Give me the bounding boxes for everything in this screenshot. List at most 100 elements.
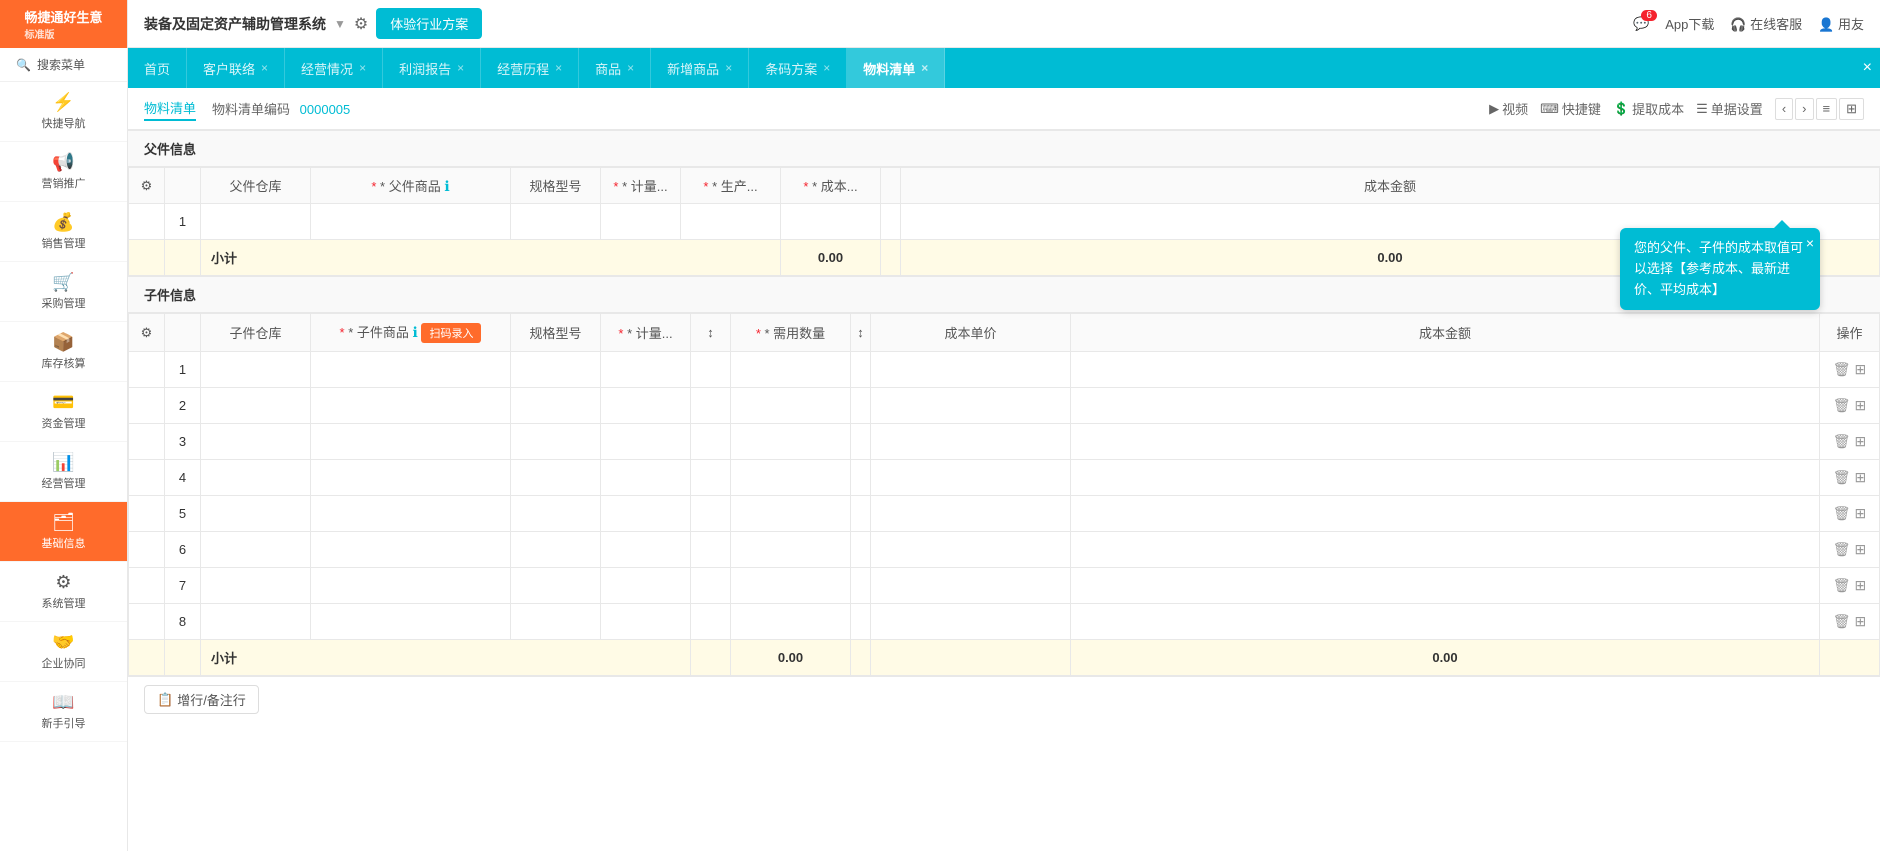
tab-customer[interactable]: 客户联络 × bbox=[187, 48, 285, 88]
message-icon[interactable]: 💬 6 bbox=[1633, 16, 1649, 32]
child-cell-unit-4[interactable] bbox=[601, 460, 691, 496]
child-cell-spec-4[interactable] bbox=[511, 460, 601, 496]
child-cell-warehouse-8[interactable] bbox=[201, 604, 311, 640]
next-arrow[interactable]: › bbox=[1795, 98, 1813, 120]
child-cell-unitcost-4[interactable] bbox=[871, 460, 1071, 496]
sidebar-item-marketing[interactable]: 📢 营销推广 bbox=[0, 142, 127, 202]
child-cell-goods-6[interactable] bbox=[311, 532, 511, 568]
tab-profit[interactable]: 利润报告 × bbox=[383, 48, 481, 88]
child-cell-unit-1[interactable] bbox=[601, 352, 691, 388]
child-cell-spec-7[interactable] bbox=[511, 568, 601, 604]
single-settings-btn[interactable]: ☰ 单据设置 bbox=[1696, 99, 1763, 118]
child-cell-unit-2[interactable] bbox=[601, 388, 691, 424]
tab-add-goods[interactable]: 新增商品 × bbox=[651, 48, 749, 88]
tab-goods-close[interactable]: × bbox=[627, 61, 634, 75]
child-cell-warehouse-5[interactable] bbox=[201, 496, 311, 532]
child-cell-qty-1[interactable] bbox=[731, 352, 851, 388]
child-cell-goods-3[interactable] bbox=[311, 424, 511, 460]
child-cell-warehouse-2[interactable] bbox=[201, 388, 311, 424]
scan-input-button[interactable]: 扫码录入 bbox=[421, 323, 481, 343]
child-cell-unitcost-8[interactable] bbox=[871, 604, 1071, 640]
tooltip-close[interactable]: × bbox=[1806, 232, 1814, 254]
child-cell-qty-7[interactable] bbox=[731, 568, 851, 604]
child-cell-warehouse-3[interactable] bbox=[201, 424, 311, 460]
delete-row-1[interactable]: 🗑 bbox=[1833, 361, 1851, 378]
user-avatar[interactable]: 👤 用友 bbox=[1818, 14, 1864, 33]
child-cell-qty-2[interactable] bbox=[731, 388, 851, 424]
tab-add-goods-close[interactable]: × bbox=[725, 61, 732, 75]
tab-bom-close[interactable]: × bbox=[921, 61, 928, 75]
parent-cell-unit-1[interactable] bbox=[601, 204, 681, 240]
child-cell-spec-1[interactable] bbox=[511, 352, 601, 388]
copy-row-4[interactable]: ⊞ bbox=[1855, 469, 1867, 486]
child-cell-unitcost-1[interactable] bbox=[871, 352, 1071, 388]
view-video-btn[interactable]: ▶ 视频 bbox=[1489, 99, 1528, 118]
child-cell-unitcost-7[interactable] bbox=[871, 568, 1071, 604]
child-cell-qty-4[interactable] bbox=[731, 460, 851, 496]
copy-row-5[interactable]: ⊞ bbox=[1855, 505, 1867, 522]
delete-row-8[interactable]: 🗑 bbox=[1833, 613, 1851, 630]
shortcut-btn[interactable]: ⌨ 快捷键 bbox=[1540, 99, 1601, 118]
child-cell-unit-7[interactable] bbox=[601, 568, 691, 604]
child-cell-unitcost-6[interactable] bbox=[871, 532, 1071, 568]
trial-button[interactable]: 体验行业方案 bbox=[376, 8, 482, 39]
extract-cost-btn[interactable]: 💲 提取成本 bbox=[1613, 99, 1684, 118]
tab-barcode[interactable]: 条码方案 × bbox=[749, 48, 847, 88]
delete-row-7[interactable]: 🗑 bbox=[1833, 577, 1851, 594]
child-cell-spec-5[interactable] bbox=[511, 496, 601, 532]
copy-row-1[interactable]: ⊞ bbox=[1855, 361, 1867, 378]
sidebar-item-basic[interactable]: 🗂 基础信息 bbox=[0, 502, 127, 562]
add-row-button[interactable]: 📋 增行/备注行 bbox=[144, 685, 259, 714]
child-cell-unit-8[interactable] bbox=[601, 604, 691, 640]
copy-row-2[interactable]: ⊞ bbox=[1855, 397, 1867, 414]
child-cell-goods-8[interactable] bbox=[311, 604, 511, 640]
tab-profit-close[interactable]: × bbox=[457, 61, 464, 75]
child-cell-qty-8[interactable] bbox=[731, 604, 851, 640]
child-cell-spec-6[interactable] bbox=[511, 532, 601, 568]
settings-icon[interactable]: ⚙ bbox=[354, 14, 368, 34]
sidebar-item-enterprise[interactable]: 🤝 企业协同 bbox=[0, 622, 127, 682]
sidebar-item-purchase[interactable]: 🛒 采购管理 bbox=[0, 262, 127, 322]
tab-operations-close[interactable]: × bbox=[359, 61, 366, 75]
delete-row-6[interactable]: 🗑 bbox=[1833, 541, 1851, 558]
copy-row-6[interactable]: ⊞ bbox=[1855, 541, 1867, 558]
child-cell-goods-5[interactable] bbox=[311, 496, 511, 532]
delete-row-2[interactable]: 🗑 bbox=[1833, 397, 1851, 414]
sidebar-item-guide[interactable]: 📖 新手引导 bbox=[0, 682, 127, 742]
online-service-label[interactable]: 🎧 在线客服 bbox=[1730, 14, 1802, 33]
tab-customer-close[interactable]: × bbox=[261, 61, 268, 75]
child-cell-spec-3[interactable] bbox=[511, 424, 601, 460]
sidebar-item-operation[interactable]: 📊 经营管理 bbox=[0, 442, 127, 502]
child-cell-warehouse-4[interactable] bbox=[201, 460, 311, 496]
menu-arrow[interactable]: ≡ bbox=[1816, 98, 1838, 120]
copy-row-3[interactable]: ⊞ bbox=[1855, 433, 1867, 450]
prev-arrow[interactable]: ‹ bbox=[1775, 98, 1793, 120]
sidebar-item-finance[interactable]: 💳 资金管理 bbox=[0, 382, 127, 442]
child-cell-warehouse-7[interactable] bbox=[201, 568, 311, 604]
child-cell-goods-7[interactable] bbox=[311, 568, 511, 604]
expand-arrow[interactable]: ⊞ bbox=[1839, 98, 1864, 120]
tab-goods[interactable]: 商品 × bbox=[579, 48, 651, 88]
child-cell-qty-6[interactable] bbox=[731, 532, 851, 568]
copy-row-7[interactable]: ⊞ bbox=[1855, 577, 1867, 594]
parent-cell-cost-1[interactable] bbox=[781, 204, 881, 240]
delete-row-5[interactable]: 🗑 bbox=[1833, 505, 1851, 522]
search-menu[interactable]: 🔍 搜索菜单 bbox=[0, 48, 127, 82]
app-download-label[interactable]: App下载 bbox=[1665, 14, 1714, 33]
tab-bom[interactable]: 物料清单 × bbox=[847, 48, 945, 88]
delete-row-4[interactable]: 🗑 bbox=[1833, 469, 1851, 486]
child-cell-unit-3[interactable] bbox=[601, 424, 691, 460]
parent-cell-spec-1[interactable] bbox=[511, 204, 601, 240]
tab-history[interactable]: 经营历程 × bbox=[481, 48, 579, 88]
child-cell-unitcost-2[interactable] bbox=[871, 388, 1071, 424]
child-cell-qty-3[interactable] bbox=[731, 424, 851, 460]
system-dropdown-arrow[interactable]: ▼ bbox=[334, 17, 346, 31]
parent-cell-produce-1[interactable] bbox=[681, 204, 781, 240]
parent-cell-warehouse-1[interactable] bbox=[201, 204, 311, 240]
parent-cell-goods-1[interactable] bbox=[311, 204, 511, 240]
nav-tabs-close[interactable]: × bbox=[1863, 59, 1872, 77]
child-cell-unitcost-3[interactable] bbox=[871, 424, 1071, 460]
tab-history-close[interactable]: × bbox=[555, 61, 562, 75]
sub-tab-bom-code[interactable]: 物料清单编码 0000005 bbox=[212, 97, 350, 120]
sidebar-item-sales[interactable]: 💰 销售管理 bbox=[0, 202, 127, 262]
